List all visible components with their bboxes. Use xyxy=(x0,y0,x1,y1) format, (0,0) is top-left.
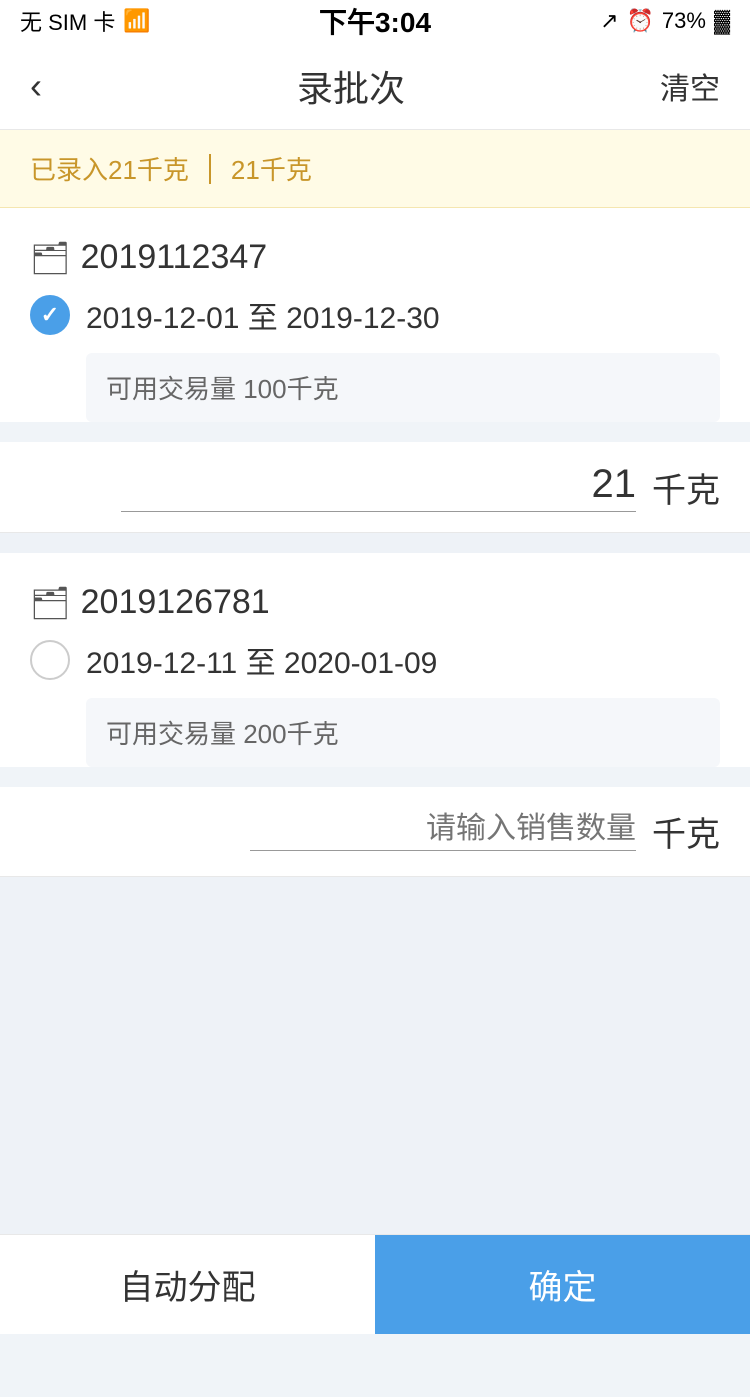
bottom-bar: 自动分配 确定 xyxy=(0,1234,750,1334)
batch-item-1: 🗂 2019112347 2019-12-01 至 2019-12-30 可用交… xyxy=(0,208,750,422)
nav-bar: ‹ 录批次 清空 xyxy=(0,42,750,130)
quantity-row-1: 千克 xyxy=(0,442,750,533)
batch-header-1: 🗂 2019112347 xyxy=(30,238,720,277)
back-button[interactable]: ‹ xyxy=(30,65,42,107)
status-right: ↗ ⏰ 73% ▓ xyxy=(600,8,730,34)
info-banner: 已录入21千克 21千克 xyxy=(0,130,750,208)
quantity-unit-2: 千克 xyxy=(652,807,720,856)
auto-distribute-button[interactable]: 自动分配 xyxy=(0,1235,375,1334)
batch-icon-1: 🗂 xyxy=(30,239,71,277)
status-bar: 无 SIM 卡 📶 下午3:04 ↗ ⏰ 73% ▓ xyxy=(0,0,750,42)
no-sim-text: 无 SIM 卡 xyxy=(20,5,115,37)
quantity-underline-2 xyxy=(250,812,636,851)
battery-text: 73% xyxy=(662,8,706,34)
alarm-icon: ⏰ xyxy=(627,8,654,34)
quantity-input-1[interactable] xyxy=(121,462,636,507)
banner-divider xyxy=(209,154,211,184)
recorded-value: 21千克 xyxy=(231,150,312,187)
batch-date-row-1: 2019-12-01 至 2019-12-30 xyxy=(30,293,720,337)
batch-date-1: 2019-12-01 至 2019-12-30 xyxy=(86,293,440,337)
status-time: 下午3:04 xyxy=(319,1,431,41)
recorded-label: 已录入21千克 xyxy=(30,150,189,187)
batch-number-1: 2019112347 xyxy=(81,238,268,277)
batch-icon-2: 🗂 xyxy=(30,584,71,622)
location-icon: ↗ xyxy=(600,8,618,34)
quantity-unit-1: 千克 xyxy=(652,463,720,512)
batch-date-row-2: 2019-12-11 至 2020-01-09 xyxy=(30,638,720,682)
status-left: 无 SIM 卡 📶 xyxy=(20,5,151,37)
radio-1[interactable] xyxy=(30,295,70,335)
wifi-icon: 📶 xyxy=(123,8,150,34)
clear-button[interactable]: 清空 xyxy=(660,64,720,108)
batch-number-2: 2019126781 xyxy=(81,583,270,622)
batch-date-2: 2019-12-11 至 2020-01-09 xyxy=(86,638,437,682)
quantity-input-2[interactable] xyxy=(250,812,636,846)
radio-2[interactable] xyxy=(30,640,70,680)
quantity-row-2: 千克 xyxy=(0,787,750,877)
batch-available-2: 可用交易量 200千克 xyxy=(86,698,720,767)
quantity-underline-1 xyxy=(121,462,636,512)
batch-available-1: 可用交易量 100千克 xyxy=(86,353,720,422)
batch-item-2: 🗂 2019126781 2019-12-11 至 2020-01-09 可用交… xyxy=(0,553,750,767)
battery-icon: ▓ xyxy=(714,8,730,34)
batch-header-2: 🗂 2019126781 xyxy=(30,583,720,622)
page-title: 录批次 xyxy=(297,60,405,112)
batch-separator xyxy=(0,533,750,553)
confirm-button[interactable]: 确定 xyxy=(375,1235,750,1334)
